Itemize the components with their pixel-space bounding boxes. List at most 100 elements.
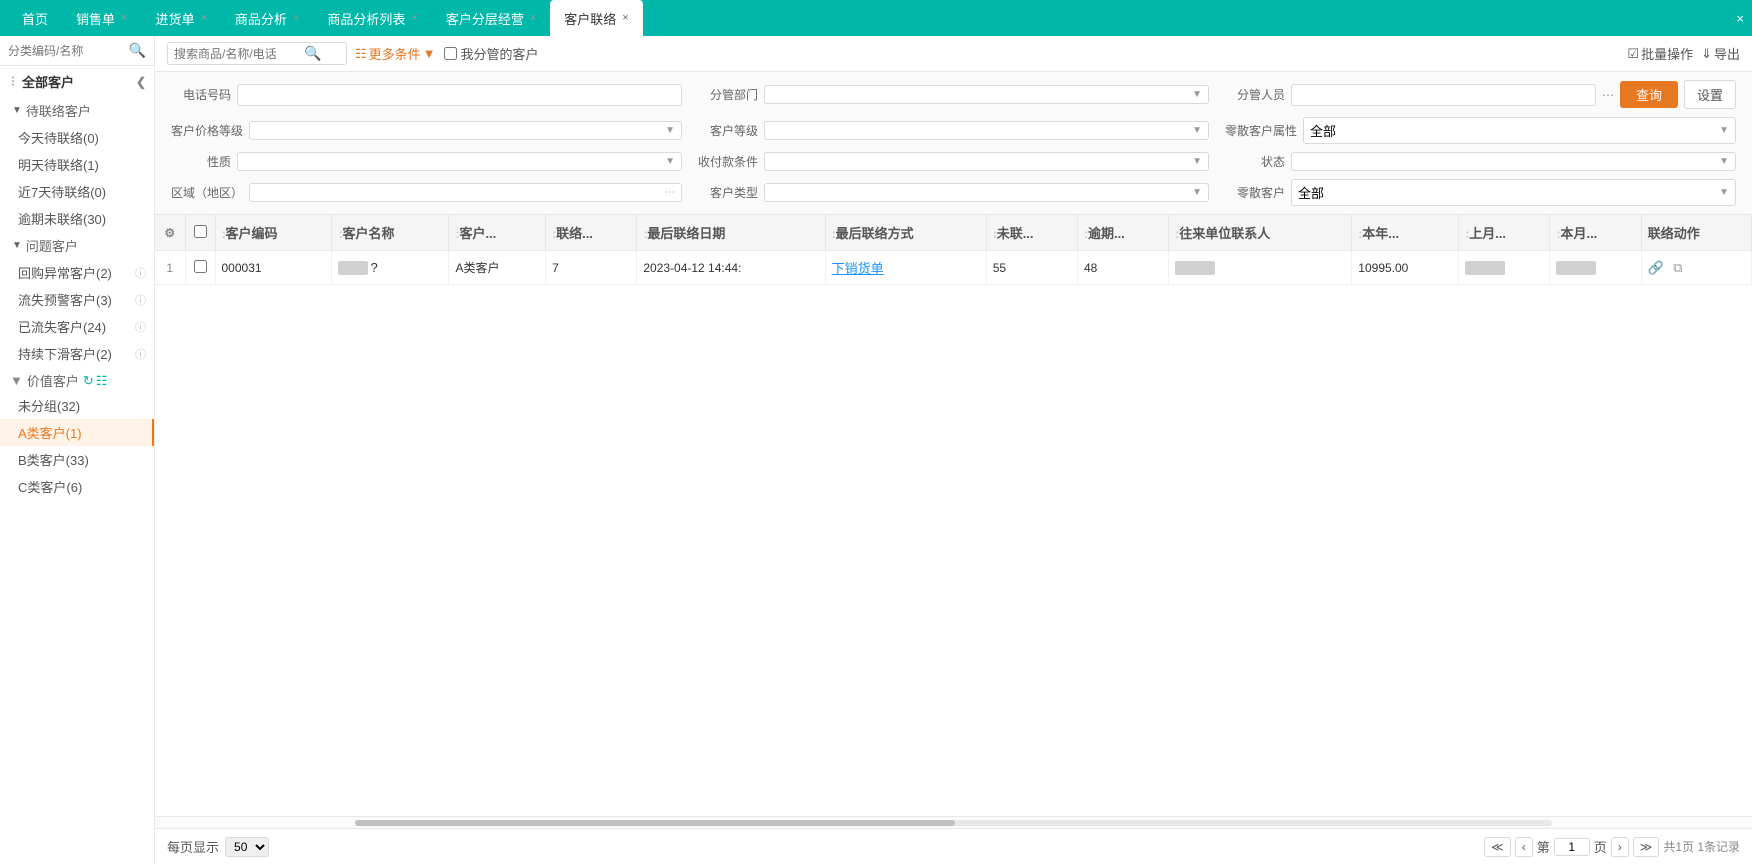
- filter-row-manager: 分管人员 ⋯ 查询 设置: [1225, 80, 1736, 109]
- close-sales-tab[interactable]: ×: [121, 12, 127, 24]
- export-button[interactable]: ⇓ 导出: [1701, 44, 1740, 63]
- sidebar-c-class[interactable]: C类客户(6): [0, 473, 154, 500]
- customer-level-label: 客户等级: [698, 122, 758, 139]
- nav-product-list[interactable]: 商品分析列表 ×: [313, 0, 431, 36]
- filter-row-payment: 收付款条件 ▼: [698, 152, 1209, 171]
- col-header-last-contact-method: :最后联络方式: [825, 215, 986, 251]
- dept-select[interactable]: ▼: [764, 85, 1209, 104]
- contact-method-link[interactable]: 下销货单: [832, 261, 884, 276]
- action-grid-icon[interactable]: ⧉: [1673, 260, 1682, 275]
- contacts-placeholder: [1175, 261, 1215, 275]
- sidebar-unclassified[interactable]: 未分组(32): [0, 392, 154, 419]
- row-checkbox[interactable]: [194, 260, 207, 273]
- region-dots-icon: ⋯: [665, 187, 675, 198]
- arrow-down-icon2: ▼: [12, 240, 22, 251]
- filter-row-dept: 分管部门 ▼: [698, 80, 1209, 109]
- customer-table: ⚙ :客户编码 :客户名称 :客户... :联络... :最后联络日期 :最后联…: [155, 215, 1752, 285]
- filter-search-icon[interactable]: 🔍: [304, 45, 321, 62]
- sidebar-search-input[interactable]: [8, 44, 129, 58]
- close-product-list-tab[interactable]: ×: [411, 12, 417, 24]
- nature-select[interactable]: ▼: [237, 152, 682, 171]
- payment-select[interactable]: ▼: [764, 152, 1209, 171]
- col-header-this-year: :本年...: [1352, 215, 1459, 251]
- sidebar-b-class[interactable]: B类客户(33): [0, 446, 154, 473]
- retail-select[interactable]: 全部 ▼: [1291, 179, 1736, 206]
- price-level-select[interactable]: ▼: [249, 121, 682, 140]
- nature-chevron-icon: ▼: [665, 156, 675, 167]
- close-product-analysis-tab[interactable]: ×: [293, 12, 299, 24]
- sidebar-declining[interactable]: 持续下滑客户(2) ⓘ: [0, 340, 154, 367]
- sidebar-7days-pending[interactable]: 近7天待联络(0): [0, 178, 154, 205]
- nav-home[interactable]: 首页: [8, 0, 62, 36]
- row-check-cell[interactable]: [185, 251, 215, 285]
- last-page-button[interactable]: ≫: [1633, 837, 1660, 857]
- status-select[interactable]: ▼: [1291, 152, 1736, 171]
- row-last-contact-method-cell[interactable]: 下销货单: [825, 251, 986, 285]
- sidebar-today-pending[interactable]: 今天待联络(0): [0, 124, 154, 151]
- retail-attr-select[interactable]: 全部 ▼: [1303, 117, 1736, 144]
- action-link-icon[interactable]: 🔗: [1648, 260, 1664, 275]
- nav-product-analysis[interactable]: 商品分析 ×: [221, 0, 313, 36]
- this-month-placeholder: [1556, 261, 1596, 275]
- batch-op-button[interactable]: ☑ 批量操作: [1627, 44, 1693, 63]
- manager-input[interactable]: [1291, 84, 1596, 106]
- row-last-contact-date-cell: 2023-04-12 14:44:: [637, 251, 825, 285]
- manager-label: 分管人员: [1225, 86, 1285, 103]
- col-header-gear[interactable]: ⚙: [155, 215, 185, 251]
- customer-type-chevron-icon: ▼: [1192, 187, 1202, 198]
- my-customer-checkbox-label[interactable]: 我分管的客户: [444, 44, 539, 63]
- add-icon[interactable]: ☷: [96, 373, 108, 389]
- next-page-button[interactable]: ›: [1611, 837, 1629, 857]
- settings-button[interactable]: 设置: [1684, 80, 1736, 109]
- pending-contact-group[interactable]: ▼ 待联络客户: [0, 97, 154, 124]
- sidebar-repurchase-abnormal[interactable]: 回购异常客户(2) ⓘ: [0, 259, 154, 286]
- sidebar-churned[interactable]: 已流失客户(24) ⓘ: [0, 313, 154, 340]
- refresh-icon[interactable]: ↻: [83, 373, 94, 389]
- retail-attr-chevron-icon: ▼: [1719, 125, 1729, 136]
- scroll-thumb[interactable]: [355, 820, 955, 826]
- close-customer-tier-tab[interactable]: ×: [530, 12, 536, 24]
- sidebar-churn-warning[interactable]: 流失预警客户(3) ⓘ: [0, 286, 154, 313]
- query-button[interactable]: 查询: [1620, 81, 1678, 108]
- all-customers-header[interactable]: ⋮ 全部客户 ❮: [0, 66, 154, 97]
- region-select[interactable]: ⋯: [249, 183, 682, 202]
- row-gear-cell: 1: [155, 251, 185, 285]
- value-customer-group[interactable]: ▼ 价值客户 ↻ ☷: [0, 367, 154, 392]
- problem-customer-group[interactable]: ▼ 问题客户: [0, 232, 154, 259]
- sidebar-search-icon[interactable]: 🔍: [129, 42, 146, 59]
- nav-customer-contact[interactable]: 客户联络 ×: [550, 0, 642, 36]
- row-contacts-cell: [1169, 251, 1352, 285]
- page-size-select[interactable]: 50: [225, 837, 269, 857]
- col-header-overdue: :逾期...: [1077, 215, 1168, 251]
- close-customer-contact-tab[interactable]: ×: [622, 12, 628, 24]
- collapse-icon[interactable]: ❮: [136, 75, 146, 89]
- first-page-button[interactable]: ≪: [1484, 837, 1511, 857]
- more-filter-button[interactable]: ☷ 更多条件 ▼: [355, 44, 436, 63]
- customer-type-label: 客户类型: [698, 184, 758, 201]
- sidebar-a-class[interactable]: A类客户(1): [0, 419, 154, 446]
- nav-customer-tier[interactable]: 客户分层经营 ×: [432, 0, 550, 36]
- phone-input[interactable]: [237, 84, 682, 106]
- manager-dots-icon[interactable]: ⋯: [1602, 88, 1614, 102]
- bottom-bar: 每页显示 50 ≪ ‹ 第 页 › ≫ 共1页 1条记录: [155, 828, 1752, 864]
- prev-page-button[interactable]: ‹: [1515, 837, 1533, 857]
- row-overdue-cell: 48: [1077, 251, 1168, 285]
- info-icon: ⓘ: [135, 265, 146, 281]
- sidebar-overdue-pending[interactable]: 逾期未联络(30): [0, 205, 154, 232]
- top-nav: 首页 销售单 × 进货单 × 商品分析 × 商品分析列表 × 客户分层经营 × …: [0, 0, 1752, 36]
- sidebar-tomorrow-pending[interactable]: 明天待联络(1): [0, 151, 154, 178]
- select-all-checkbox[interactable]: [194, 225, 207, 238]
- close-purchase-tab[interactable]: ×: [200, 12, 206, 24]
- nav-purchase[interactable]: 进货单 ×: [141, 0, 220, 36]
- col-header-contacts: :往来单位联系人: [1169, 215, 1352, 251]
- my-customer-checkbox[interactable]: [444, 47, 457, 60]
- horizontal-scrollbar[interactable]: [155, 816, 1752, 828]
- retail-chevron-icon: ▼: [1719, 187, 1729, 198]
- col-header-check[interactable]: [185, 215, 215, 251]
- page-number-input[interactable]: [1554, 838, 1590, 856]
- customer-level-select[interactable]: ▼: [764, 121, 1209, 140]
- customer-type-select[interactable]: ▼: [764, 183, 1209, 202]
- filter-search-input[interactable]: [174, 47, 304, 61]
- close-all-button[interactable]: ×: [1736, 11, 1744, 26]
- nav-sales[interactable]: 销售单 ×: [62, 0, 141, 36]
